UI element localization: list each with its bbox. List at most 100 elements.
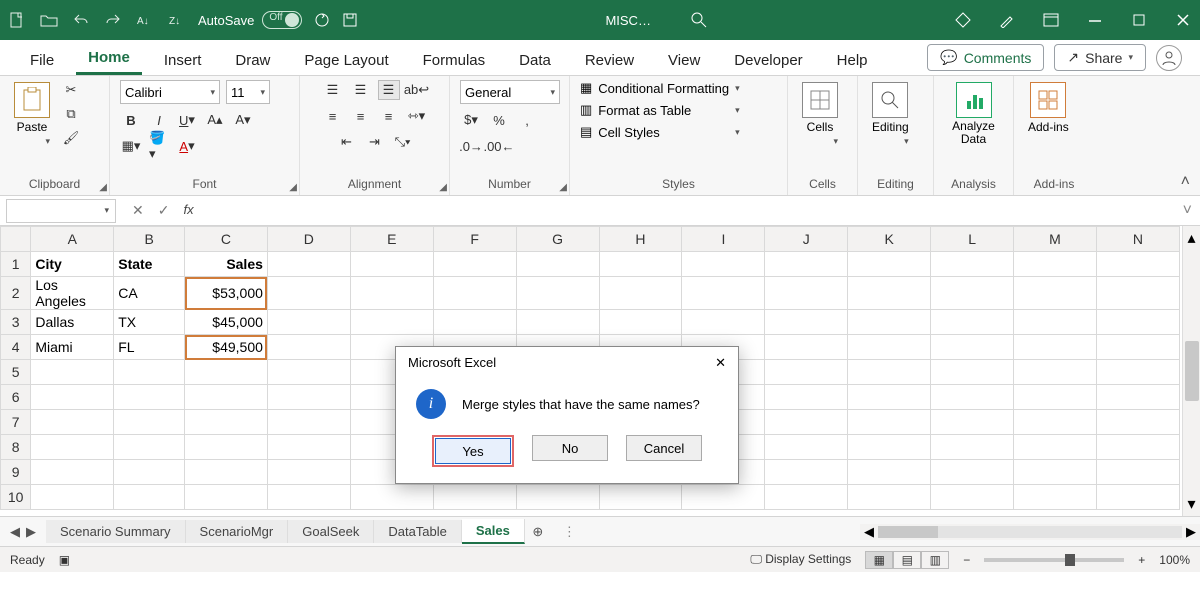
- editing-button[interactable]: Editing▾: [868, 80, 913, 149]
- cell[interactable]: [267, 485, 350, 510]
- zoom-slider[interactable]: [984, 558, 1124, 562]
- tab-home[interactable]: Home: [76, 41, 142, 75]
- cell[interactable]: [931, 277, 1014, 310]
- cell[interactable]: [682, 310, 765, 335]
- row-header[interactable]: 4: [1, 335, 31, 360]
- cell[interactable]: [185, 385, 268, 410]
- cells-button[interactable]: Cells▾: [798, 80, 842, 149]
- tab-insert[interactable]: Insert: [152, 44, 214, 75]
- cell[interactable]: [267, 460, 350, 485]
- cell[interactable]: Los Angeles: [31, 277, 114, 310]
- cell[interactable]: [31, 385, 114, 410]
- shrink-font-icon[interactable]: A▾: [232, 110, 254, 130]
- font-color-button[interactable]: A▾: [176, 136, 198, 156]
- cell[interactable]: [516, 310, 599, 335]
- normal-view-icon[interactable]: ▦: [865, 551, 893, 569]
- cell[interactable]: [765, 410, 848, 435]
- cell[interactable]: [114, 360, 185, 385]
- col-header[interactable]: H: [599, 227, 682, 252]
- save-icon[interactable]: [342, 12, 358, 28]
- bold-button[interactable]: B: [120, 110, 142, 130]
- window-mode-icon[interactable]: [1042, 11, 1060, 29]
- select-all-corner[interactable]: [1, 227, 31, 252]
- decrease-indent-icon[interactable]: ⇤: [336, 132, 358, 152]
- align-center-icon[interactable]: ≡: [350, 106, 372, 126]
- row-header[interactable]: 6: [1, 385, 31, 410]
- cell[interactable]: [682, 277, 765, 310]
- fx-icon[interactable]: fx: [183, 202, 193, 219]
- cell[interactable]: [931, 385, 1014, 410]
- cell[interactable]: [848, 310, 931, 335]
- cell[interactable]: [31, 485, 114, 510]
- alignment-dialog-launcher[interactable]: ◢: [439, 182, 447, 193]
- horizontal-scrollbar[interactable]: ◀▶: [860, 524, 1200, 540]
- decrease-decimal-icon[interactable]: .00←: [488, 136, 510, 156]
- comments-button[interactable]: 💬Comments: [927, 44, 1044, 71]
- cell[interactable]: [185, 460, 268, 485]
- tab-developer[interactable]: Developer: [722, 44, 814, 75]
- diamond-icon[interactable]: [954, 11, 972, 29]
- col-header[interactable]: A: [31, 227, 114, 252]
- format-painter-icon[interactable]: 🖌: [60, 128, 82, 148]
- cell[interactable]: [350, 485, 433, 510]
- cell[interactable]: [1096, 435, 1179, 460]
- cell[interactable]: [1014, 252, 1097, 277]
- search-icon[interactable]: [691, 12, 707, 28]
- copy-icon[interactable]: ⧉: [60, 104, 82, 124]
- cell[interactable]: [1096, 277, 1179, 310]
- align-right-icon[interactable]: ≡: [378, 106, 400, 126]
- row-header[interactable]: 8: [1, 435, 31, 460]
- analyze-data-button[interactable]: Analyze Data: [944, 80, 1003, 148]
- font-name-combo[interactable]: Calibri▾: [120, 80, 220, 104]
- cell[interactable]: [433, 277, 516, 310]
- cell[interactable]: [185, 410, 268, 435]
- row-header[interactable]: 3: [1, 310, 31, 335]
- cell[interactable]: [931, 460, 1014, 485]
- cell[interactable]: [765, 310, 848, 335]
- col-header[interactable]: N: [1096, 227, 1179, 252]
- tab-file[interactable]: File: [18, 44, 66, 75]
- cell[interactable]: [267, 410, 350, 435]
- cell[interactable]: [1096, 485, 1179, 510]
- cell[interactable]: [765, 277, 848, 310]
- cell[interactable]: [931, 310, 1014, 335]
- cell[interactable]: [1014, 385, 1097, 410]
- cell[interactable]: [31, 460, 114, 485]
- sheet-tab[interactable]: ScenarioMgr: [186, 520, 289, 543]
- comma-button[interactable]: ,: [516, 110, 538, 130]
- cell[interactable]: [848, 435, 931, 460]
- tab-view[interactable]: View: [656, 44, 712, 75]
- cancel-formula-icon[interactable]: ✕: [132, 202, 144, 219]
- tab-page-layout[interactable]: Page Layout: [292, 44, 400, 75]
- cell[interactable]: [1014, 410, 1097, 435]
- cell[interactable]: [931, 435, 1014, 460]
- sheet-tab[interactable]: Scenario Summary: [46, 520, 186, 543]
- cell[interactable]: [1014, 435, 1097, 460]
- sort-asc-icon[interactable]: A↓: [136, 11, 154, 29]
- sheet-tab[interactable]: Sales: [462, 519, 525, 544]
- yes-button[interactable]: Yes: [435, 438, 511, 464]
- font-size-combo[interactable]: 11▾: [226, 80, 270, 104]
- cell[interactable]: [267, 277, 350, 310]
- cancel-button[interactable]: Cancel: [626, 435, 702, 461]
- cell[interactable]: [765, 360, 848, 385]
- increase-indent-icon[interactable]: ⇥: [364, 132, 386, 152]
- align-top-icon[interactable]: ☰: [322, 80, 344, 100]
- fill-color-button[interactable]: 🪣▾: [148, 136, 170, 156]
- orientation-icon[interactable]: ⤡▾: [392, 132, 414, 152]
- cell[interactable]: CA: [114, 277, 185, 310]
- cell[interactable]: [267, 360, 350, 385]
- cell[interactable]: [433, 485, 516, 510]
- col-header[interactable]: M: [1014, 227, 1097, 252]
- zoom-in-button[interactable]: +: [1138, 553, 1145, 567]
- cell[interactable]: [848, 335, 931, 360]
- cell[interactable]: [114, 385, 185, 410]
- cell[interactable]: Miami: [31, 335, 114, 360]
- cell[interactable]: $45,000: [185, 310, 268, 335]
- paste-button[interactable]: Paste▾: [10, 80, 54, 149]
- cell[interactable]: [1096, 310, 1179, 335]
- page-break-view-icon[interactable]: ▥: [921, 551, 949, 569]
- new-file-icon[interactable]: [8, 11, 26, 29]
- currency-button[interactable]: $▾: [460, 110, 482, 130]
- col-header[interactable]: C: [185, 227, 268, 252]
